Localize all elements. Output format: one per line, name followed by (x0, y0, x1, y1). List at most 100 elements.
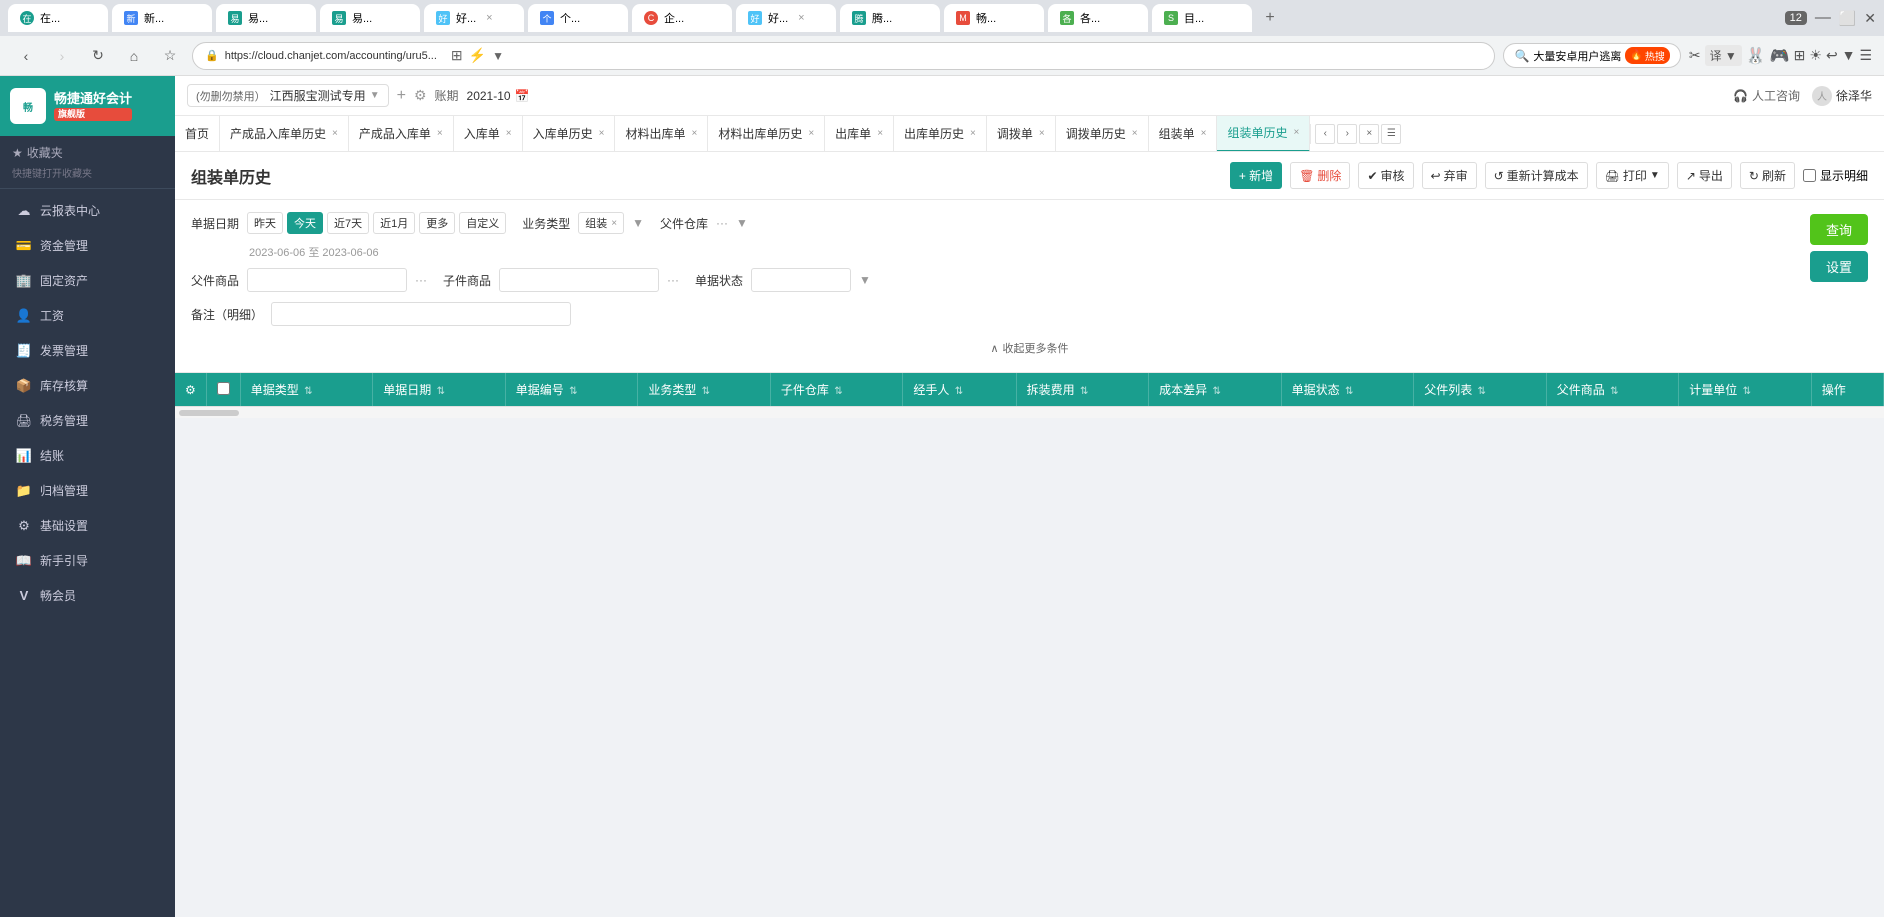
flash-icon[interactable]: ⚡ (469, 47, 486, 64)
address-bar[interactable]: 🔒 https://cloud.chanjet.com/accounting/u… (192, 42, 1495, 70)
col-business-type[interactable]: 业务类型 ⇅ (638, 373, 771, 406)
tab-close-8[interactable]: × (970, 128, 976, 139)
col-order-type[interactable]: 单据类型 ⇅ (240, 373, 373, 406)
sidebar-item-inventory[interactable]: 📦 库存核算 (0, 368, 175, 403)
tab-outbound[interactable]: 出库单 × (825, 116, 894, 152)
abandon-button[interactable]: ↩ 弃审 (1422, 162, 1477, 189)
tab-finished-goods[interactable]: 产成品入库单 × (349, 116, 454, 152)
sidebar-item-settlement[interactable]: 📊 结账 (0, 438, 175, 473)
table-settings-th[interactable]: ⚙ (175, 373, 206, 406)
filter-settings-button[interactable]: 设置 (1810, 251, 1868, 282)
date-btn-1month[interactable]: 近1月 (373, 212, 415, 234)
apps-icon[interactable]: ⊞ (1794, 47, 1806, 64)
tab-transfer-history[interactable]: 调拨单历史 × (1056, 116, 1149, 152)
col-parent-list[interactable]: 父件列表 ⇅ (1414, 373, 1547, 406)
business-type-tag-close[interactable]: × (611, 218, 617, 229)
sidebar-favorites[interactable]: ★ 收藏夹 快捷键打开收藏夹 (0, 136, 175, 189)
tab-scroll-right[interactable]: › (1337, 124, 1357, 144)
tab-close-12[interactable]: × (1293, 127, 1299, 138)
col-handler[interactable]: 经手人 ⇅ (903, 373, 1016, 406)
calendar-icon[interactable]: 📅 (515, 89, 530, 103)
sidebar-item-fixed-assets[interactable]: 🏢 固定资产 (0, 263, 175, 298)
business-type-dropdown-icon[interactable]: ▼ (632, 216, 644, 230)
child-product-more-icon[interactable]: ··· (667, 273, 679, 287)
tab-outbound-history[interactable]: 出库单历史 × (894, 116, 987, 152)
refresh-browser-button[interactable]: ↻ (84, 42, 112, 70)
tab-inbound-history[interactable]: 入库单历史 × (523, 116, 616, 152)
refresh-button[interactable]: ↻ 刷新 (1740, 162, 1795, 189)
company-settings-btn[interactable]: ⚙ (414, 87, 427, 104)
col-order-date[interactable]: 单据日期 ⇅ (373, 373, 506, 406)
tab-assembly-history[interactable]: 组装单历史 × (1217, 116, 1310, 152)
date-btn-more[interactable]: 更多 (419, 212, 455, 234)
tab-home[interactable]: 首页 (175, 116, 220, 152)
tab-close-7[interactable]: × (877, 128, 883, 139)
show-detail-checkbox[interactable] (1803, 169, 1816, 182)
browser-tab-11[interactable]: 各 各... (1048, 4, 1148, 32)
home-button[interactable]: ⌂ (120, 42, 148, 70)
emoji-icon[interactable]: 🐰 (1746, 46, 1766, 66)
date-btn-7days[interactable]: 近7天 (327, 212, 369, 234)
remark-input[interactable] (271, 302, 571, 326)
tab-material-out[interactable]: 材料出库单 × (615, 116, 708, 152)
translate-icon[interactable]: 译 ▼ (1705, 45, 1742, 66)
maximize-icon[interactable]: ⬜ (1839, 10, 1856, 27)
date-btn-yesterday[interactable]: 昨天 (247, 212, 283, 234)
scrollbar-area[interactable] (175, 406, 1884, 418)
col-disassembly-cost[interactable]: 拆装费用 ⇅ (1016, 373, 1149, 406)
sidebar-item-cloud-reports[interactable]: ☁ 云报表中心 (0, 193, 175, 228)
menu-icon[interactable]: ☰ (1859, 47, 1872, 64)
browser-tab-1[interactable]: 在 在... (8, 4, 108, 32)
tab-inbound[interactable]: 入库单 × (454, 116, 523, 152)
col-order-status[interactable]: 单据状态 ⇅ (1281, 373, 1414, 406)
grid-icon[interactable]: ⊞ (451, 47, 463, 64)
browser-tab-6[interactable]: 个 个... (528, 4, 628, 32)
browser-tab-12[interactable]: S 目... (1152, 4, 1252, 32)
add-button[interactable]: + 新增 (1230, 162, 1282, 189)
sidebar-item-tax[interactable]: 🖨 税务管理 (0, 403, 175, 438)
review-button[interactable]: ✔ 审核 (1358, 162, 1413, 189)
sidebar-item-payroll[interactable]: 👤 工资 (0, 298, 175, 333)
browser-tab-10[interactable]: M 畅... (944, 4, 1044, 32)
new-tab-button[interactable]: + (1256, 4, 1284, 32)
tab-close-5[interactable]: × (691, 128, 697, 139)
tab-more-options[interactable]: ☰ (1381, 124, 1401, 144)
col-parent-product[interactable]: 父件商品 ⇅ (1546, 373, 1679, 406)
close-window-icon[interactable]: ✕ (1864, 10, 1876, 27)
browser-tab-8[interactable]: 好 好... × (736, 4, 836, 32)
sidebar-item-finance[interactable]: 💳 资金管理 (0, 228, 175, 263)
tab-close-11[interactable]: × (1201, 128, 1207, 139)
scissors-icon[interactable]: ✂ (1689, 47, 1701, 64)
child-product-input[interactable] (499, 268, 659, 292)
sidebar-item-archive[interactable]: 📁 归档管理 (0, 473, 175, 508)
tab-scroll-left[interactable]: ‹ (1315, 124, 1335, 144)
tab-close-2[interactable]: × (437, 128, 443, 139)
tab-material-out-history[interactable]: 材料出库单历史 × (708, 116, 825, 152)
query-button[interactable]: 查询 (1810, 214, 1868, 245)
browser-tab-2[interactable]: 新 新... (112, 4, 212, 32)
browser-tab-9[interactable]: 腾 腾... (840, 4, 940, 32)
parent-product-input[interactable] (247, 268, 407, 292)
dropdown-icon[interactable]: ▼ (492, 49, 504, 63)
forward-button[interactable]: › (48, 42, 76, 70)
tab-close-1[interactable]: × (332, 128, 338, 139)
tab-close-current[interactable]: × (1359, 124, 1379, 144)
date-btn-custom[interactable]: 自定义 (459, 212, 506, 234)
parent-warehouse-more-icon[interactable]: ··· (716, 216, 728, 230)
tab-finished-goods-history[interactable]: 产成品入库单历史 × (220, 116, 349, 152)
game-icon[interactable]: 🎮 (1770, 46, 1790, 66)
col-cost-variance[interactable]: 成本差异 ⇅ (1149, 373, 1282, 406)
recalculate-button[interactable]: ↺ 重新计算成本 (1485, 162, 1588, 189)
table-checkbox-th[interactable] (206, 373, 240, 406)
user-info[interactable]: 人 徐泽华 (1812, 86, 1872, 106)
browser-tab-7[interactable]: C 企... (632, 4, 732, 32)
horizontal-scrollbar-thumb[interactable] (179, 410, 239, 416)
collapse-row[interactable]: ∧ 收起更多条件 (191, 336, 1868, 360)
tab-assembly[interactable]: 组装单 × (1149, 116, 1218, 152)
parent-warehouse-dropdown-icon[interactable]: ▼ (736, 216, 748, 230)
browser-tab-active[interactable]: 好 好... × (424, 4, 524, 32)
col-order-number[interactable]: 单据编号 ⇅ (505, 373, 638, 406)
browser-search-box[interactable]: 🔍 大量安卓用户逃离 🔥 热搜 (1503, 43, 1680, 68)
date-btn-today[interactable]: 今天 (287, 212, 323, 234)
company-selector[interactable]: (勿删勿禁用） 江西服宝测试专用 ▼ (187, 84, 389, 107)
